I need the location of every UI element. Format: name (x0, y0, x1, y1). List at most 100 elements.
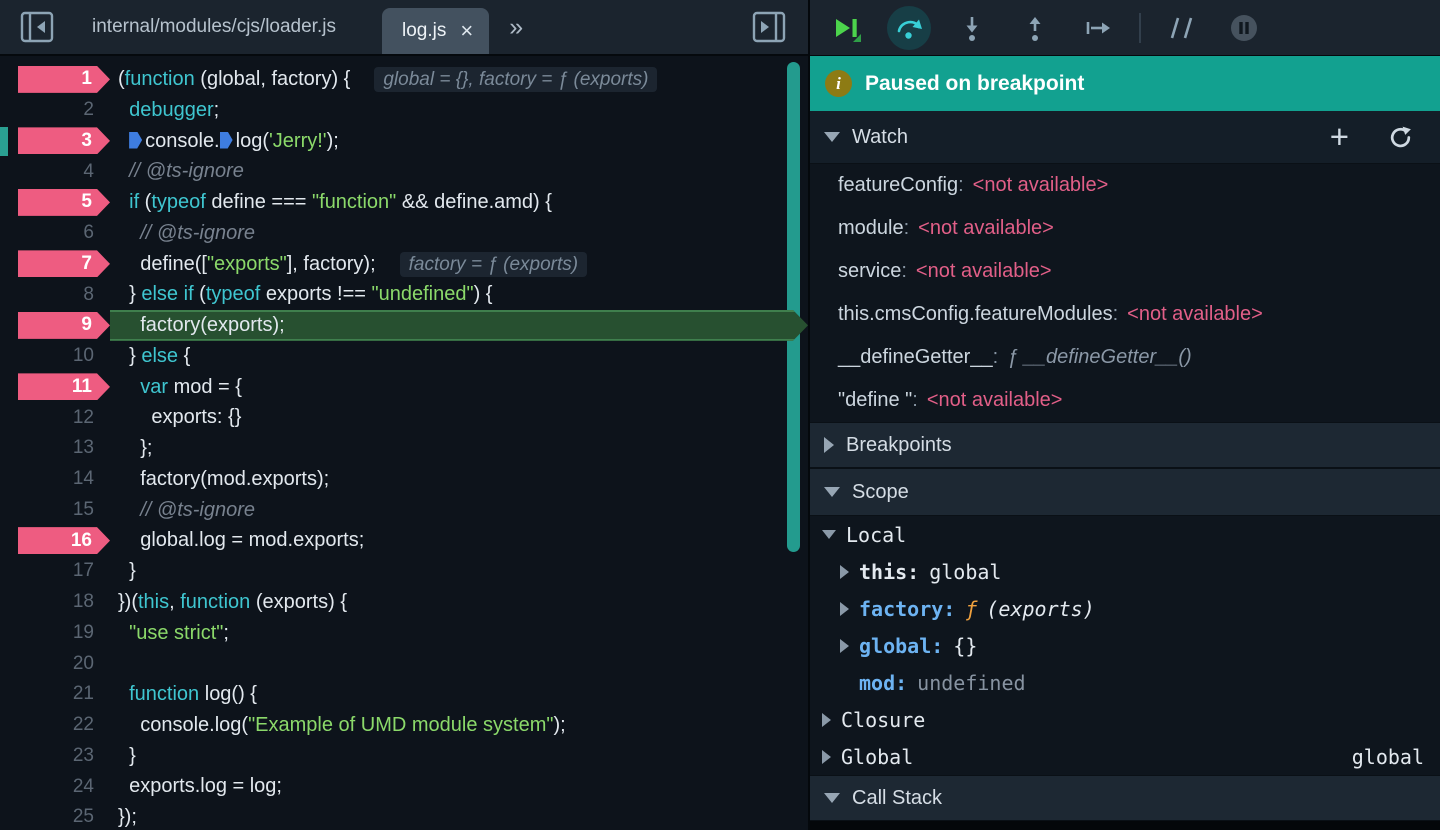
line-number-gutter[interactable]: 23 (0, 741, 110, 772)
breakpoint-gutter[interactable]: 16 (0, 525, 110, 556)
refresh-watch-button[interactable] (1387, 124, 1414, 151)
code-text[interactable]: // @ts-ignore (110, 495, 808, 526)
line-number-gutter[interactable]: 12 (0, 402, 110, 433)
code-text[interactable]: (function (global, factory) {global = {}… (110, 64, 808, 95)
scope-variable-row[interactable]: this:global (810, 553, 1440, 590)
code-text[interactable]: function log() { (110, 679, 808, 710)
panel-expand-right-icon (752, 11, 786, 43)
watch-expression[interactable]: this.cmsConfig.featureModules:<not avail… (810, 293, 1440, 336)
code-text[interactable]: // @ts-ignore (110, 218, 808, 249)
line-number-gutter[interactable]: 8 (0, 279, 110, 310)
breakpoint-gutter[interactable]: 3 (0, 126, 110, 157)
line-number-gutter[interactable]: 18 (0, 587, 110, 618)
line-number-gutter[interactable]: 22 (0, 710, 110, 741)
editor[interactable]: 1(function (global, factory) {global = {… (0, 56, 808, 830)
resume-button[interactable] (824, 6, 868, 50)
breakpoints-section-header[interactable]: Breakpoints (810, 422, 1440, 468)
step-in-button[interactable] (950, 6, 994, 50)
inline-breakpoint-icon[interactable] (129, 132, 142, 149)
scope-section-header[interactable]: Scope (810, 468, 1440, 516)
line-number-gutter[interactable]: 4 (0, 156, 110, 187)
add-watch-expression-button[interactable]: + (1330, 126, 1349, 148)
code-token: ) { (474, 283, 493, 305)
code-text[interactable]: }; (110, 433, 808, 464)
deactivate-breakpoints-button[interactable] (1159, 6, 1203, 50)
breakpoint-badge[interactable]: 16 (18, 527, 110, 554)
scope-body: Local this:globalfactory:ƒ(exports)globa… (810, 516, 1440, 775)
line-number-gutter[interactable]: 21 (0, 679, 110, 710)
line-number-gutter[interactable]: 17 (0, 556, 110, 587)
panel-bottom-strip (810, 821, 1440, 830)
line-number-gutter[interactable]: 20 (0, 648, 110, 679)
watch-expression[interactable]: __defineGetter__:ƒ __defineGetter__() (810, 336, 1440, 379)
code-text[interactable]: exports.log = log; (110, 771, 808, 802)
code-text[interactable]: console.log('Jerry!'); (110, 126, 808, 157)
breakpoint-gutter[interactable]: 11 (0, 372, 110, 403)
expand-debug-panel-button[interactable] (752, 11, 786, 43)
breakpoint-badge[interactable]: 1 (18, 66, 110, 93)
step-out-button[interactable] (1013, 6, 1057, 50)
paused-code-line[interactable]: factory(exports); (110, 310, 808, 341)
line-number-gutter[interactable]: 6 (0, 218, 110, 249)
code-text[interactable]: } else { (110, 341, 808, 372)
line-number-gutter[interactable]: 24 (0, 771, 110, 802)
line-number-gutter[interactable]: 13 (0, 433, 110, 464)
line-number-gutter[interactable]: 19 (0, 618, 110, 649)
code-token (118, 130, 129, 152)
breakpoint-badge[interactable]: 3 (18, 127, 110, 154)
code-text[interactable]: debugger; (110, 95, 808, 126)
code-text[interactable]: factory(mod.exports); (110, 464, 808, 495)
code-text[interactable]: } (110, 556, 808, 587)
code-text[interactable]: }); (110, 802, 808, 830)
step-forward-button[interactable] (1076, 6, 1120, 50)
code-text[interactable]: global.log = mod.exports; (110, 525, 808, 556)
code-text[interactable]: define(["exports"], factory);factory = ƒ… (110, 249, 808, 280)
more-tabs-button[interactable]: » (509, 13, 523, 42)
line-number-gutter[interactable]: 25 (0, 802, 110, 830)
code-text[interactable] (110, 648, 808, 679)
code-text[interactable]: } (110, 741, 808, 772)
code-text[interactable]: })(this, function (exports) { (110, 587, 808, 618)
code-text[interactable]: if (typeof define === "function" && defi… (110, 187, 808, 218)
watch-section-header[interactable]: Watch + (810, 111, 1440, 164)
tab-loader-js[interactable]: internal/modules/cjs/loader.js (66, 16, 362, 38)
line-number-gutter[interactable]: 15 (0, 495, 110, 526)
close-tab-icon[interactable]: × (460, 20, 473, 42)
inline-breakpoint-icon[interactable] (220, 132, 233, 149)
watch-expression[interactable]: "define ":<not available> (810, 379, 1440, 422)
code-text[interactable]: } else if (typeof exports !== "undefined… (110, 279, 808, 310)
code-text[interactable]: var mod = { (110, 372, 808, 403)
watch-expression[interactable]: service:<not available> (810, 250, 1440, 293)
code-text[interactable]: "use strict"; (110, 618, 808, 649)
code-text[interactable]: // @ts-ignore (110, 156, 808, 187)
code-line: 14 factory(mod.exports); (0, 464, 808, 495)
breakpoint-badge[interactable]: 5 (18, 189, 110, 216)
collapse-sources-panel-button[interactable] (18, 8, 56, 46)
step-over-button[interactable] (887, 6, 931, 50)
line-number-gutter[interactable]: 10 (0, 341, 110, 372)
scope-global-row[interactable]: Global global (810, 738, 1440, 775)
code-token: log() { (199, 683, 257, 705)
watch-expression[interactable]: module:<not available> (810, 207, 1440, 250)
breakpoint-gutter[interactable]: 1 (0, 64, 110, 95)
code-token: { (178, 345, 190, 367)
code-text[interactable]: exports: {} (110, 402, 808, 433)
pause-on-exceptions-button[interactable] (1222, 6, 1266, 50)
line-number-gutter[interactable]: 2 (0, 95, 110, 126)
breakpoint-badge[interactable]: 11 (18, 373, 110, 400)
breakpoint-gutter[interactable]: 9 (0, 310, 110, 341)
breakpoint-badge[interactable]: 9 (18, 312, 110, 339)
scope-variable-row[interactable]: factory:ƒ(exports) (810, 590, 1440, 627)
tab-log-js[interactable]: log.js × (382, 8, 489, 54)
watch-expression[interactable]: featureConfig:<not available> (810, 164, 1440, 207)
scope-local-row[interactable]: Local (810, 516, 1440, 553)
breakpoint-gutter[interactable]: 7 (0, 249, 110, 280)
code-text[interactable]: console.log("Example of UMD module syste… (110, 710, 808, 741)
breakpoint-badge[interactable]: 7 (18, 250, 110, 277)
scope-variable-row[interactable]: mod:undefined (810, 664, 1440, 701)
scope-variable-row[interactable]: global:{} (810, 627, 1440, 664)
callstack-section-header[interactable]: Call Stack (810, 775, 1440, 821)
scope-closure-row[interactable]: Closure (810, 701, 1440, 738)
breakpoint-gutter[interactable]: 5 (0, 187, 110, 218)
line-number-gutter[interactable]: 14 (0, 464, 110, 495)
